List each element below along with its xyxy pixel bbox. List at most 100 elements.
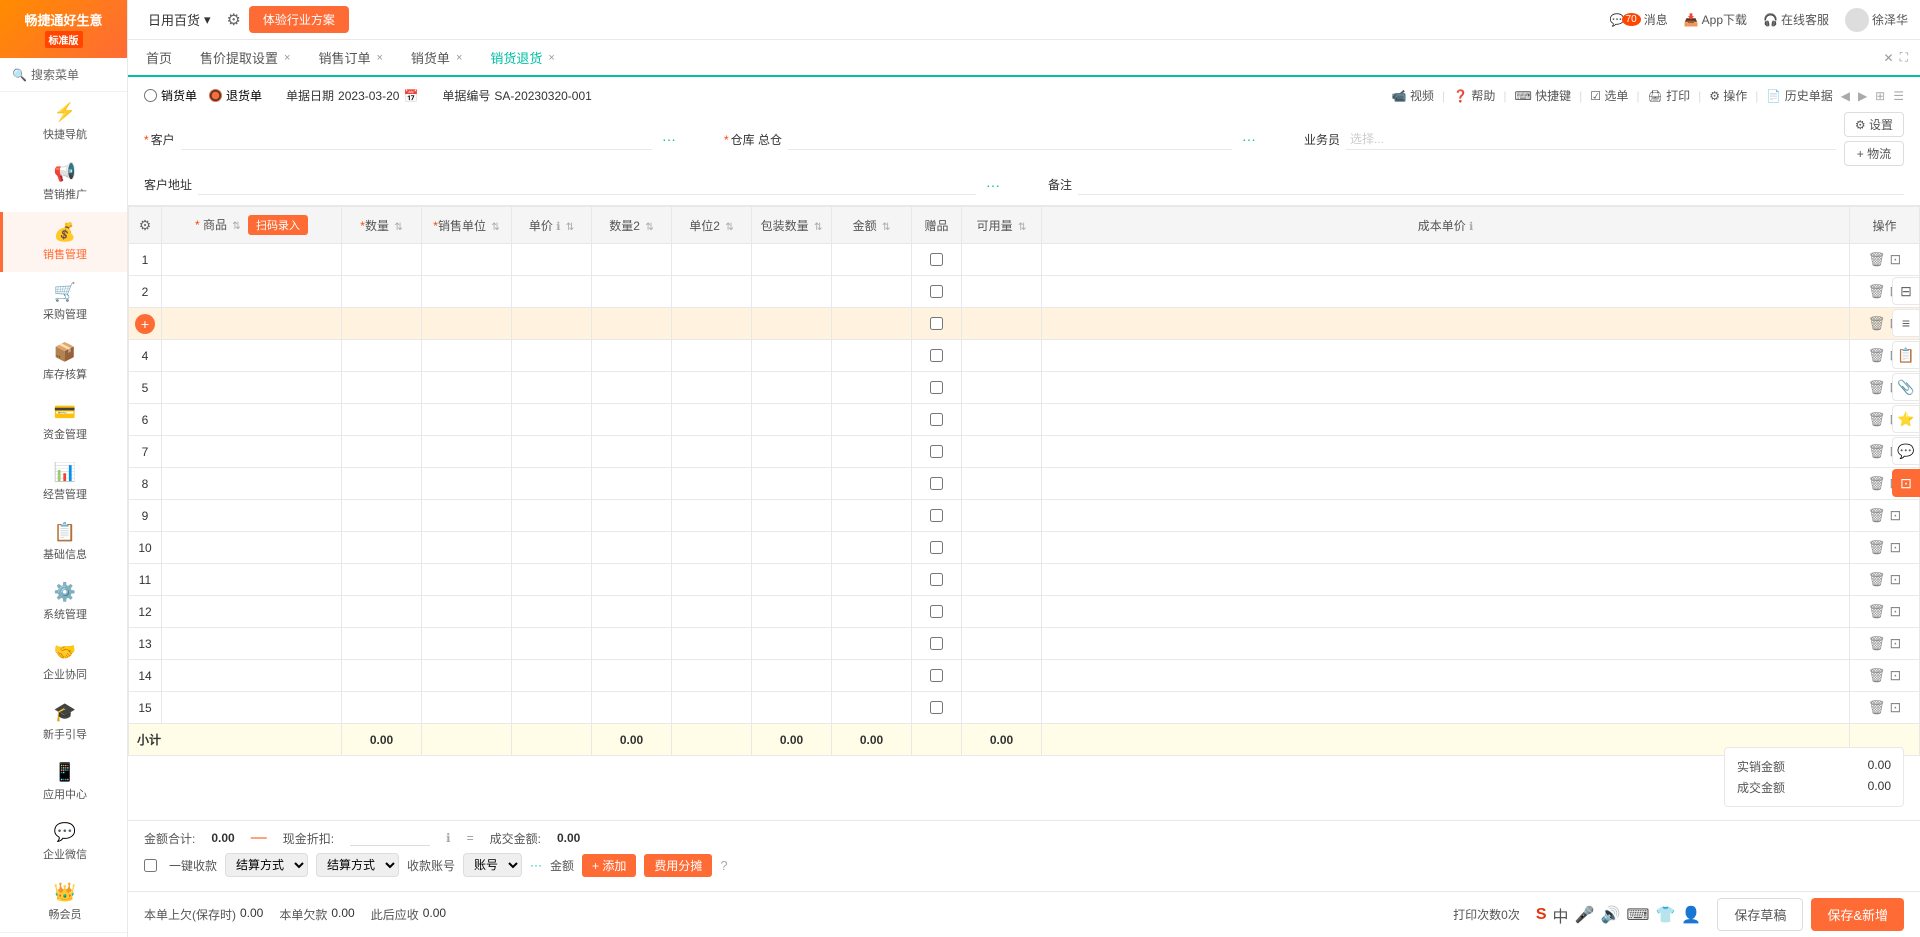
- module-select[interactable]: 日用百货 ▾: [140, 6, 219, 33]
- sidebar-item-operation[interactable]: 📊 经营管理: [0, 452, 127, 512]
- delete-icon-11[interactable]: 🗑: [1868, 571, 1886, 588]
- sidebar-item-app[interactable]: 📱 应用中心: [0, 752, 127, 812]
- row-product-cell-7[interactable]: [162, 436, 342, 468]
- copy-icon-11[interactable]: ⊡: [1890, 571, 1902, 588]
- float-btn-6[interactable]: 💬: [1892, 437, 1920, 465]
- fee-split-button[interactable]: 费用分摊: [644, 854, 712, 877]
- sidebar-item-wechat[interactable]: 💬 企业微信: [0, 812, 127, 872]
- sidebar-item-system[interactable]: ⚙️ 系统管理: [0, 572, 127, 632]
- copy-icon-15[interactable]: ⊡: [1890, 699, 1902, 716]
- row-product-cell-11[interactable]: [162, 564, 342, 596]
- float-btn-5[interactable]: ⭐: [1892, 405, 1920, 433]
- app-download-link[interactable]: 📥 App下载: [1684, 11, 1747, 28]
- delete-icon-3[interactable]: 🗑: [1868, 315, 1886, 332]
- one-click-payment-checkbox[interactable]: [144, 859, 157, 872]
- scan-button[interactable]: 扫码录入: [248, 215, 308, 235]
- address-picker[interactable]: ···: [986, 177, 1000, 193]
- mic-icon[interactable]: 🎤: [1575, 905, 1595, 925]
- sort-unit2-icon[interactable]: ⇅: [725, 222, 733, 233]
- prev-doc-icon[interactable]: ◀: [1841, 89, 1850, 103]
- row-product-cell-15[interactable]: [162, 692, 342, 724]
- product-input-3[interactable]: [168, 317, 335, 331]
- sidebar-item-inventory[interactable]: 📦 库存核算: [0, 332, 127, 392]
- calendar-icon[interactable]: 📅: [403, 89, 418, 103]
- gift-checkbox-15[interactable]: [930, 701, 943, 714]
- delete-icon-14[interactable]: 🗑: [1868, 667, 1886, 684]
- delete-icon-6[interactable]: 🗑: [1868, 411, 1886, 428]
- customer-input[interactable]: [181, 129, 652, 150]
- person-icon[interactable]: 👤: [1681, 905, 1701, 925]
- row-product-cell-4[interactable]: [162, 340, 342, 372]
- delete-icon-9[interactable]: 🗑: [1868, 507, 1886, 524]
- row-product-cell-5[interactable]: [162, 372, 342, 404]
- gift-checkbox-12[interactable]: [930, 605, 943, 618]
- row-product-cell-10[interactable]: [162, 532, 342, 564]
- sidebar-item-sales[interactable]: 💰 销售管理: [0, 212, 127, 272]
- tab-close-sales-order[interactable]: ×: [376, 52, 382, 64]
- add-row-button[interactable]: +: [135, 314, 155, 334]
- warehouse-input[interactable]: [788, 129, 1232, 150]
- save-draft-button[interactable]: 保存草稿: [1717, 898, 1803, 931]
- float-btn-7[interactable]: ⊡: [1892, 469, 1920, 497]
- address-input[interactable]: [198, 174, 976, 195]
- sidebar-item-guide[interactable]: 🎓 新手引导: [0, 692, 127, 752]
- shirt-icon[interactable]: 👕: [1655, 905, 1675, 925]
- tab-home[interactable]: 首页: [132, 40, 186, 77]
- sort-unit-icon[interactable]: ⇅: [491, 222, 499, 233]
- delete-icon-1[interactable]: 🗑: [1868, 251, 1886, 268]
- copy-icon-9[interactable]: ⊡: [1890, 507, 1902, 524]
- gift-checkbox-1[interactable]: [930, 253, 943, 266]
- row-product-cell-3[interactable]: [162, 308, 342, 340]
- calc-method-select2[interactable]: 结算方式: [316, 853, 399, 877]
- topbar-gear-icon[interactable]: ⚙: [227, 10, 241, 30]
- sort-amount-icon[interactable]: ⇅: [882, 222, 890, 233]
- close-window-icon[interactable]: ✕: [1884, 51, 1894, 65]
- tab-sales-order[interactable]: 销售订单 ×: [304, 40, 396, 77]
- copy-icon-14[interactable]: ⊡: [1890, 667, 1902, 684]
- help-link[interactable]: ❓ 帮助: [1453, 87, 1495, 104]
- print-link[interactable]: 🖨 打印: [1648, 87, 1691, 104]
- row-product-cell-14[interactable]: [162, 660, 342, 692]
- settings-action-button[interactable]: ⚙ 设置: [1844, 112, 1904, 137]
- gift-checkbox-8[interactable]: [930, 477, 943, 490]
- select-link[interactable]: ☑ 选单: [1590, 87, 1628, 104]
- user-profile-link[interactable]: 徐泽华: [1845, 8, 1908, 32]
- experience-button[interactable]: 体验行业方案: [249, 6, 349, 33]
- salesperson-input[interactable]: [1346, 129, 1836, 150]
- copy-icon-13[interactable]: ⊡: [1890, 635, 1902, 652]
- keyboard-icon[interactable]: ⌨: [1626, 905, 1649, 925]
- message-link[interactable]: 💬 70 消息: [1610, 11, 1668, 28]
- warehouse-picker[interactable]: ···: [1242, 131, 1256, 147]
- float-btn-3[interactable]: 📋: [1892, 341, 1920, 369]
- gift-checkbox-14[interactable]: [930, 669, 943, 682]
- row-product-cell-8[interactable]: [162, 468, 342, 500]
- online-service-link[interactable]: 🎧 在线客服: [1763, 11, 1829, 28]
- row-product-cell-2[interactable]: [162, 276, 342, 308]
- delete-icon-12[interactable]: 🗑: [1868, 603, 1886, 620]
- copy-icon-12[interactable]: ⊡: [1890, 603, 1902, 620]
- row-product-cell-13[interactable]: [162, 628, 342, 660]
- help-question-button[interactable]: ?: [720, 858, 727, 873]
- zhong-icon[interactable]: 中: [1553, 903, 1569, 927]
- logistics-button[interactable]: + 物流: [1844, 141, 1904, 166]
- radio-sales-return-input[interactable]: [209, 89, 222, 102]
- row-product-cell-12[interactable]: [162, 596, 342, 628]
- account-select[interactable]: 账号: [463, 853, 522, 877]
- add-payment-button[interactable]: + 添加: [582, 854, 636, 877]
- sort-avail-icon[interactable]: ⇅: [1018, 222, 1026, 233]
- sort-product-icon[interactable]: ⇅: [232, 221, 240, 232]
- delete-icon-4[interactable]: 🗑: [1868, 347, 1886, 364]
- sort-pack-icon[interactable]: ⇅: [814, 222, 822, 233]
- tab-sales-delivery[interactable]: 销货单 ×: [397, 40, 476, 77]
- delete-icon-2[interactable]: 🗑: [1868, 283, 1886, 300]
- gift-checkbox-13[interactable]: [930, 637, 943, 650]
- list-view-icon[interactable]: ☰: [1893, 89, 1904, 103]
- gift-checkbox-10[interactable]: [930, 541, 943, 554]
- sidebar-item-vip[interactable]: 👑 畅会员: [0, 872, 127, 932]
- sort-qty2-icon[interactable]: ⇅: [645, 222, 653, 233]
- shortcut-link[interactable]: ⌨ 快捷键: [1515, 87, 1572, 104]
- unit-price-info-icon[interactable]: ℹ: [556, 221, 560, 233]
- sidebar-item-enterprise[interactable]: 🤝 企业协同: [0, 632, 127, 692]
- gift-checkbox-11[interactable]: [930, 573, 943, 586]
- maximize-icon[interactable]: ⛶: [1900, 50, 1908, 65]
